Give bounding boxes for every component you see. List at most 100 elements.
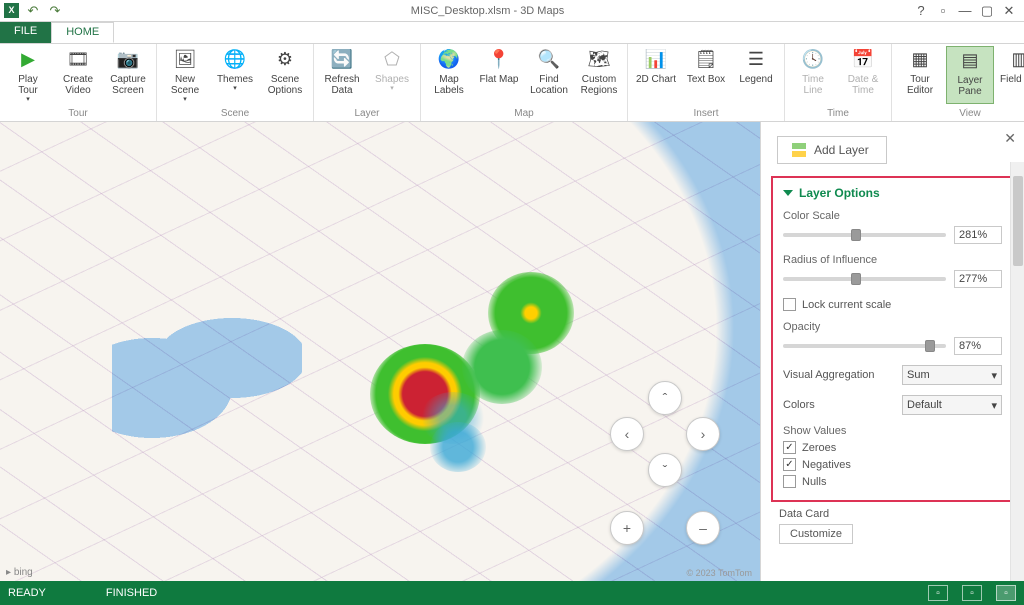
negatives-checkbox[interactable]: ✓ [783,458,796,471]
chevron-down-icon: ▾ [991,399,997,412]
create-video-button[interactable]: 🎞Create Video [54,46,102,104]
status-ready: READY [8,587,46,599]
layer-pane-button[interactable]: ▤Layer Pane [946,46,994,104]
refresh-data-button[interactable]: 🔄Refresh Data [318,46,366,104]
ribbon-tabs: FILE HOME [0,22,1024,44]
group-label-layer: Layer [318,106,416,121]
tab-file[interactable]: FILE [0,22,51,43]
video-icon: 🎞 [66,48,90,72]
heatmap-spot [462,330,542,404]
zeroes-checkbox[interactable]: ✓ [783,441,796,454]
colors-select[interactable]: Default▾ [902,395,1002,415]
color-scale-label: Color Scale [783,210,1002,222]
camera-icon: 📷 [116,48,140,72]
status-finished: FINISHED [106,587,157,599]
layer-pane-icon: ▤ [958,49,982,73]
tour-editor-button[interactable]: ▦Tour Editor [896,46,944,104]
undo-icon[interactable]: ↶ [25,3,41,19]
field-list-icon: ▥ [1008,48,1024,72]
custom-regions-icon: 🗺 [587,48,611,72]
ribbon-display-icon[interactable]: ▫ [934,3,952,19]
excel-icon: X [4,3,19,18]
custom-regions-button[interactable]: 🗺Custom Regions [575,46,623,104]
capture-screen-button[interactable]: 📷Capture Screen [104,46,152,104]
opacity-label: Opacity [783,321,1002,333]
datetime-icon: 📅 [851,48,875,72]
find-location-button[interactable]: 🔍Find Location [525,46,573,104]
shapes-icon: ⬠ [380,48,404,72]
2d-chart-button[interactable]: 📊2D Chart [632,46,680,104]
colors-label: Colors [783,399,815,411]
heatmap-spot [430,422,486,472]
zoom-controls: + – [610,511,720,551]
minimize-icon[interactable]: — [956,3,974,19]
legend-icon: ☰ [744,48,768,72]
nulls-checkbox[interactable] [783,475,796,488]
field-list-button[interactable]: ▥Field List [996,46,1024,104]
navigation-pad: ˆ ˇ ‹ › [610,381,720,491]
opacity-slider[interactable] [783,344,946,348]
time-line-button: 🕓Time Line [789,46,837,104]
customize-button[interactable]: Customize [779,524,853,544]
zoom-out-button[interactable]: – [686,511,720,545]
nav-down-button[interactable]: ˇ [648,453,682,487]
close-pane-icon[interactable]: ✕ [1004,130,1016,147]
panel-scrollbar[interactable] [1010,162,1024,581]
status-view3-button[interactable]: ▫ [996,585,1016,601]
group-label-map: Map [425,106,623,121]
layer-options-header[interactable]: Layer Options [783,186,1002,200]
status-view2-button[interactable]: ▫ [962,585,982,601]
find-location-icon: 🔍 [537,48,561,72]
help-icon[interactable]: ? [912,3,930,19]
chevron-down-icon: ▾ [991,369,997,382]
new-scene-button[interactable]: 🖼New Scene▾ [161,46,209,106]
ribbon: ▶Play Tour▾ 🎞Create Video 📷Capture Scree… [0,44,1024,122]
add-layer-button[interactable]: Add Layer [777,136,887,164]
zeroes-label: Zeroes [802,442,836,454]
new-scene-icon: 🖼 [173,48,197,72]
map-labels-button[interactable]: 🌍Map Labels [425,46,473,104]
play-tour-button[interactable]: ▶Play Tour▾ [4,46,52,106]
group-label-view: View [896,106,1024,121]
visual-aggregation-select[interactable]: Sum▾ [902,365,1002,385]
tab-home[interactable]: HOME [51,22,114,43]
map-canvas[interactable]: ▸ bing © 2023 TomTom ˆ ˇ ‹ › + – [0,122,760,581]
themes-button[interactable]: 🌐Themes▾ [211,46,259,104]
group-label-tour: Tour [4,106,152,121]
chart-icon: 📊 [644,48,668,72]
textbox-icon: 🗒 [694,48,718,72]
window-title: MISC_Desktop.xlsm - 3D Maps [63,5,912,17]
radius-label: Radius of Influence [783,254,1002,266]
scene-options-icon: ⚙ [273,48,297,72]
opacity-value[interactable] [954,337,1002,355]
layer-pane: ✕ Add Layer Layer Options Color Scale Ra… [760,122,1024,581]
radius-slider[interactable] [783,277,946,281]
flat-map-button[interactable]: 📍Flat Map [475,46,523,104]
lock-scale-checkbox[interactable] [783,298,796,311]
group-label-time: Time [789,106,887,121]
status-view1-button[interactable]: ▫ [928,585,948,601]
zoom-in-button[interactable]: + [610,511,644,545]
refresh-icon: 🔄 [330,48,354,72]
date-time-button: 📅Date & Time [839,46,887,104]
maximize-icon[interactable]: ▢ [978,3,996,19]
nav-left-button[interactable]: ‹ [610,417,644,451]
title-bar: X ↶ ↷ MISC_Desktop.xlsm - 3D Maps ? ▫ — … [0,0,1024,22]
lock-scale-label: Lock current scale [802,299,891,311]
nav-up-button[interactable]: ˆ [648,381,682,415]
timeline-icon: 🕓 [801,48,825,72]
text-box-button[interactable]: 🗒Text Box [682,46,730,104]
legend-button[interactable]: ☰Legend [732,46,780,104]
color-scale-slider[interactable] [783,233,946,237]
redo-icon[interactable]: ↷ [47,3,63,19]
close-icon[interactable]: ✕ [1000,3,1018,19]
scene-options-button[interactable]: ⚙Scene Options [261,46,309,104]
bing-attribution: ▸ bing [6,567,33,578]
play-icon: ▶ [16,48,40,72]
radius-value[interactable] [954,270,1002,288]
color-scale-value[interactable] [954,226,1002,244]
group-label-insert: Insert [632,106,780,121]
show-values-label: Show Values [783,425,1002,437]
shapes-button: ⬠Shapes▾ [368,46,416,104]
nav-right-button[interactable]: › [686,417,720,451]
